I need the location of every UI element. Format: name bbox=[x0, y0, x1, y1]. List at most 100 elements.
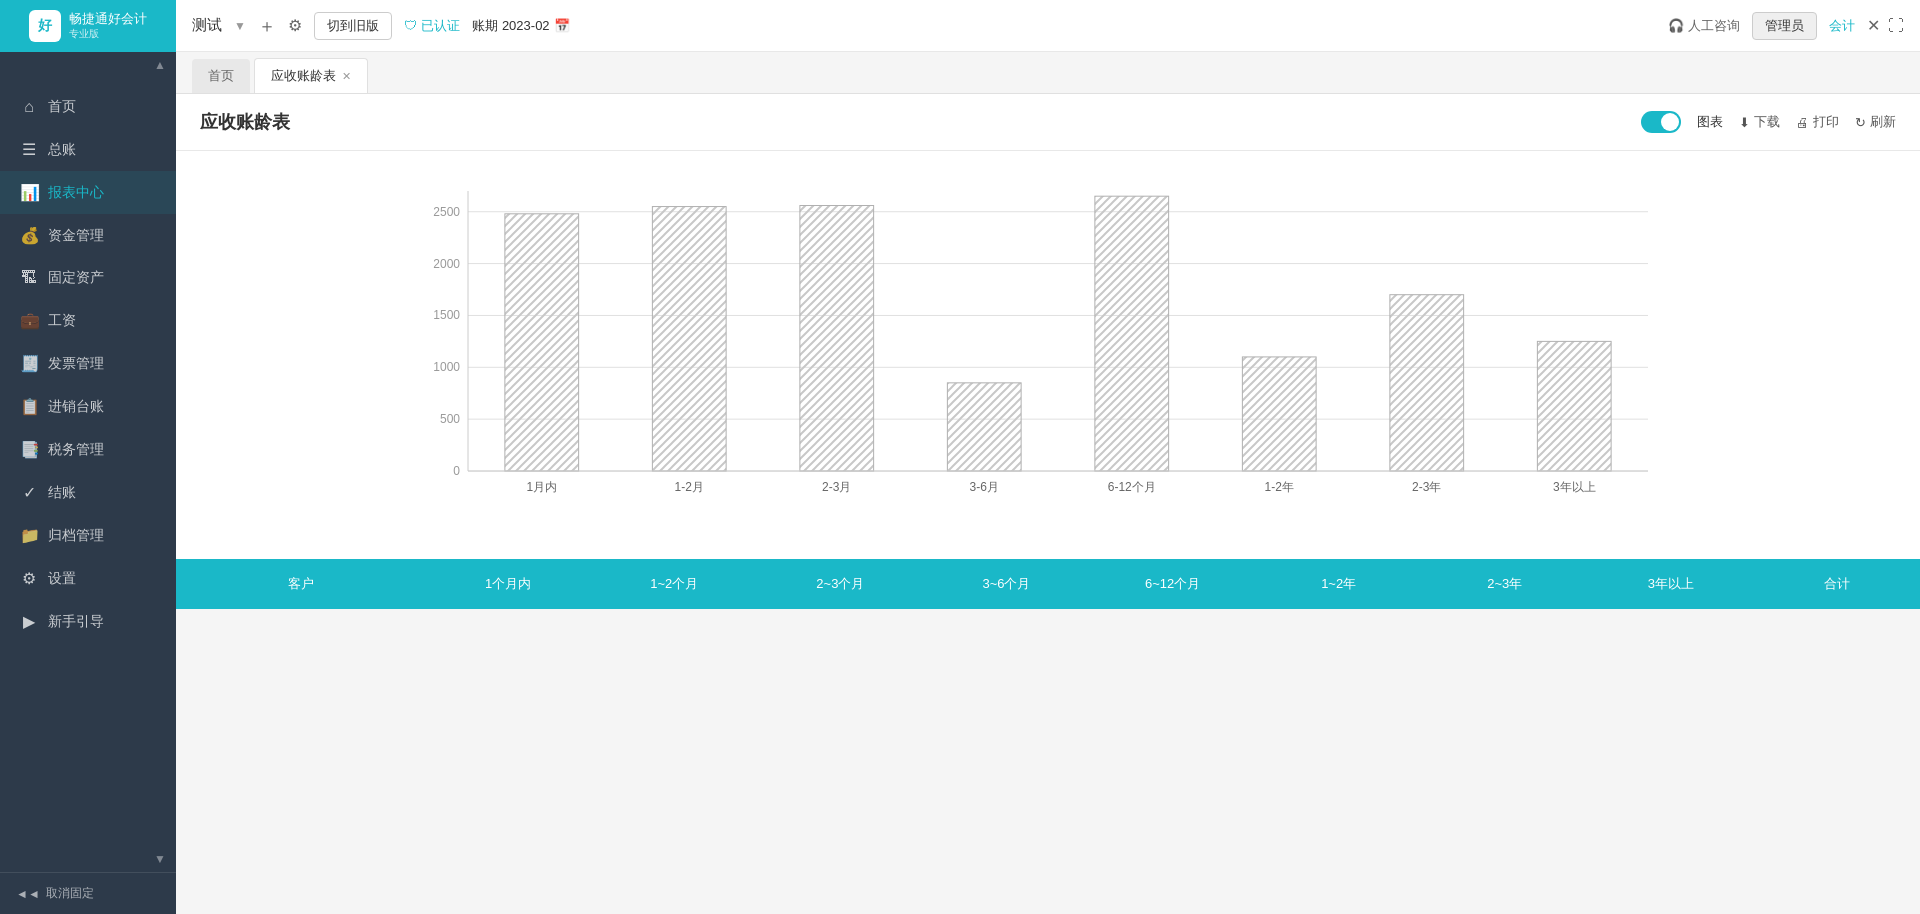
table-header-cell: 1~2个月 bbox=[591, 559, 757, 609]
archive-icon: 📁 bbox=[20, 526, 38, 545]
sidebar-item-label: 新手引导 bbox=[48, 613, 104, 631]
svg-text:2-3月: 2-3月 bbox=[822, 480, 851, 494]
tab-label: 应收账龄表 bbox=[271, 67, 336, 85]
sidebar-item-tax[interactable]: 📑 税务管理 bbox=[0, 428, 176, 471]
sidebar-item-invoice[interactable]: 🧾 发票管理 bbox=[0, 342, 176, 385]
sidebar-item-label: 税务管理 bbox=[48, 441, 104, 459]
sidebar-item-label: 发票管理 bbox=[48, 355, 104, 373]
logo-sub: 专业版 bbox=[69, 27, 147, 41]
logo-text: 畅捷通好会计 bbox=[69, 11, 147, 27]
guide-icon: ▶ bbox=[20, 612, 38, 631]
svg-text:1-2月: 1-2月 bbox=[675, 480, 704, 494]
svg-text:1000: 1000 bbox=[433, 360, 460, 374]
scroll-up-arrow[interactable]: ▲ bbox=[152, 56, 168, 74]
sidebar-item-reports[interactable]: 📊 报表中心 bbox=[0, 171, 176, 214]
certified-status: 🛡 已认证 bbox=[404, 17, 460, 35]
table-header-cell: 2~3年 bbox=[1422, 559, 1588, 609]
ledger-icon: ☰ bbox=[20, 140, 38, 159]
table-header-cell: 合计 bbox=[1754, 559, 1920, 609]
refresh-icon: ↻ bbox=[1855, 115, 1866, 130]
chart-toggle[interactable] bbox=[1641, 111, 1681, 133]
tab-close-icon[interactable]: ✕ bbox=[342, 70, 351, 83]
svg-rect-16 bbox=[800, 206, 874, 471]
sidebar-item-label: 首页 bbox=[48, 98, 76, 116]
role-btn[interactable]: 会计 bbox=[1829, 17, 1855, 35]
expand-window-icon[interactable]: ⛶ bbox=[1888, 17, 1904, 35]
sidebar-item-purchase[interactable]: 📋进销台账 bbox=[0, 385, 176, 428]
sidebar: 好 畅捷通好会计 专业版 ▲ ⌂首页☰总账📊报表中心💰资金管理🏗固定资产💼工资🧾… bbox=[0, 0, 176, 914]
reports-icon: 📊 bbox=[20, 183, 38, 202]
chart-area: 0 500 1000 1500 2000 2500 1月内 1-2月 2-3月 3-6月 6-12个… bbox=[176, 151, 1920, 559]
sidebar-item-funds[interactable]: 💰资金管理 bbox=[0, 214, 176, 257]
sidebar-item-archive[interactable]: 📁归档管理 bbox=[0, 514, 176, 557]
svg-text:1月内: 1月内 bbox=[526, 480, 557, 494]
refresh-btn[interactable]: ↻ 刷新 bbox=[1855, 113, 1896, 131]
sidebar-item-label: 报表中心 bbox=[48, 184, 104, 202]
tab-label: 首页 bbox=[208, 67, 234, 85]
sidebar-item-settings[interactable]: ⚙ 设置 bbox=[0, 557, 176, 600]
download-btn[interactable]: ⬇ 下载 bbox=[1739, 113, 1780, 131]
sidebar-menu: ⌂ 首页 ☰ 总账 📊 报表中心 💰资金管理 🏗 固定资产 💼 工资 🧾 发票管理 📋进销台账 📑 税务管理 ✓… bbox=[0, 78, 176, 846]
svg-rect-22 bbox=[1242, 357, 1316, 471]
home-icon: ⌂ bbox=[20, 98, 38, 116]
svg-rect-14 bbox=[652, 207, 726, 471]
settings-icon: ⚙ bbox=[20, 569, 38, 588]
manager-btn[interactable]: 管理员 bbox=[1752, 12, 1817, 40]
table-header-cell: 客户 bbox=[176, 559, 425, 609]
service-btn[interactable]: 🎧 人工咨询 bbox=[1668, 17, 1740, 35]
svg-text:2500: 2500 bbox=[433, 205, 460, 219]
settings-gear-icon[interactable]: ⚙ bbox=[288, 16, 302, 35]
print-btn[interactable]: 🖨 打印 bbox=[1796, 113, 1839, 131]
sidebar-item-label: 固定资产 bbox=[48, 269, 104, 287]
company-dropdown-arrow[interactable]: ▼ bbox=[234, 19, 246, 33]
table-header: 客户1个月内1~2个月2~3个月3~6个月6~12个月1~2年2~3年3年以上合… bbox=[176, 559, 1920, 609]
table-header-cell: 3~6个月 bbox=[923, 559, 1089, 609]
table-header-cell: 1~2年 bbox=[1256, 559, 1422, 609]
table-header-cell: 3年以上 bbox=[1588, 559, 1754, 609]
sidebar-item-label: 结账 bbox=[48, 484, 76, 502]
svg-text:2-3年: 2-3年 bbox=[1412, 480, 1441, 494]
print-icon: 🖨 bbox=[1796, 115, 1809, 130]
tabbar: 首页 应收账龄表 ✕ bbox=[176, 52, 1920, 94]
svg-text:1500: 1500 bbox=[433, 308, 460, 322]
scroll-down-arrow[interactable]: ▼ bbox=[152, 850, 168, 868]
svg-text:6-12个月: 6-12个月 bbox=[1108, 480, 1156, 494]
svg-text:1-2年: 1-2年 bbox=[1265, 480, 1294, 494]
table-header-cell: 6~12个月 bbox=[1090, 559, 1256, 609]
svg-text:500: 500 bbox=[440, 412, 460, 426]
sidebar-item-label: 资金管理 bbox=[48, 227, 104, 245]
tab-aging[interactable]: 应收账龄表 ✕ bbox=[254, 58, 368, 93]
cancel-fixed-btn[interactable]: ◄◄ 取消固定 bbox=[0, 872, 176, 914]
switch-old-version-btn[interactable]: 切到旧版 bbox=[314, 12, 392, 40]
company-name: 测试 bbox=[192, 16, 222, 35]
add-company-btn[interactable]: ＋ bbox=[258, 14, 276, 38]
sidebar-item-payroll[interactable]: 💼 工资 bbox=[0, 299, 176, 342]
svg-rect-26 bbox=[1537, 341, 1611, 471]
svg-rect-20 bbox=[1095, 196, 1169, 471]
svg-text:0: 0 bbox=[453, 464, 460, 478]
payroll-icon: 💼 bbox=[20, 311, 38, 330]
svg-text:2000: 2000 bbox=[433, 257, 460, 271]
sidebar-item-assets[interactable]: 🏗 固定资产 bbox=[0, 257, 176, 299]
purchase-icon: 📋 bbox=[20, 397, 38, 416]
sidebar-item-label: 工资 bbox=[48, 312, 76, 330]
assets-icon: 🏗 bbox=[20, 269, 38, 287]
sidebar-item-closing[interactable]: ✓ 结账 bbox=[0, 471, 176, 514]
svg-rect-18 bbox=[947, 383, 1021, 471]
sidebar-item-guide[interactable]: ▶ 新手引导 bbox=[0, 600, 176, 643]
svg-rect-12 bbox=[505, 214, 579, 471]
period-display: 账期 2023-02 📅 bbox=[472, 17, 570, 35]
sidebar-item-home[interactable]: ⌂ 首页 bbox=[0, 86, 176, 128]
tab-home[interactable]: 首页 bbox=[192, 59, 250, 93]
sidebar-item-label: 设置 bbox=[48, 570, 76, 588]
sidebar-item-label: 总账 bbox=[48, 141, 76, 159]
closing-icon: ✓ bbox=[20, 483, 38, 502]
table-header-cell: 1个月内 bbox=[425, 559, 591, 609]
close-window-icon[interactable]: ✕ bbox=[1867, 16, 1880, 35]
svg-rect-24 bbox=[1390, 295, 1464, 471]
topbar: 测试 ▼ ＋ ⚙ 切到旧版 🛡 已认证 账期 2023-02 📅 🎧 人工咨询 … bbox=[176, 0, 1920, 52]
svg-text:3-6月: 3-6月 bbox=[970, 480, 999, 494]
invoice-icon: 🧾 bbox=[20, 354, 38, 373]
sidebar-item-ledger[interactable]: ☰ 总账 bbox=[0, 128, 176, 171]
tax-icon: 📑 bbox=[20, 440, 38, 459]
